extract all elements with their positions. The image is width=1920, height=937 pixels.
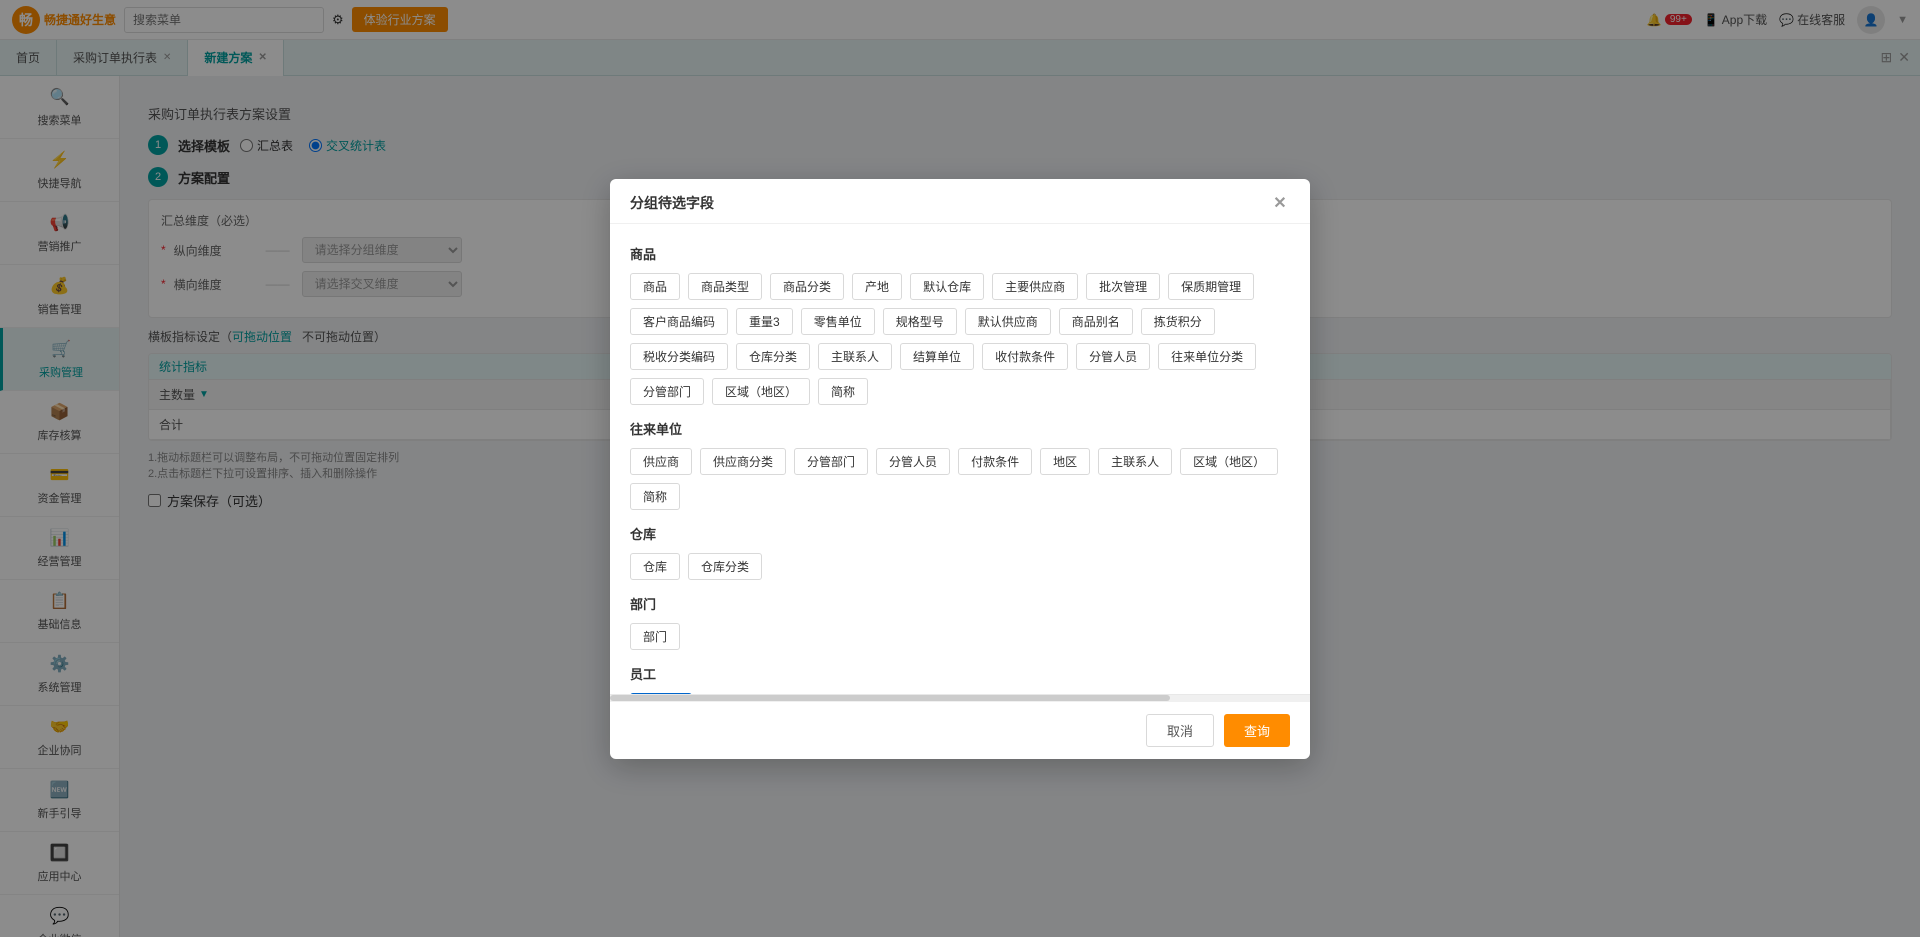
- field-spec-model[interactable]: 规格型号: [883, 308, 957, 335]
- field-origin[interactable]: 产地: [852, 273, 902, 300]
- field-settlement-unit[interactable]: 结算单位: [900, 343, 974, 370]
- field-dept2[interactable]: 分管部门: [794, 448, 868, 475]
- field-dept3[interactable]: 部门: [630, 623, 680, 650]
- field-pick-points[interactable]: 拣货积分: [1141, 308, 1215, 335]
- field-warehouse-cat[interactable]: 仓库分类: [688, 553, 762, 580]
- field-counterpart-category[interactable]: 往来单位分类: [1158, 343, 1256, 370]
- field-tax-code[interactable]: 税收分类编码: [630, 343, 728, 370]
- field-supplier[interactable]: 供应商: [630, 448, 692, 475]
- product-fields: 商品 商品类型 商品分类 产地 默认仓库 主要供应商 批次管理 保质期管理 客户…: [630, 273, 1290, 405]
- field-main-contact[interactable]: 主联系人: [818, 343, 892, 370]
- field-main-supplier[interactable]: 主要供应商: [992, 273, 1078, 300]
- dialog-cancel-btn[interactable]: 取消: [1146, 714, 1214, 747]
- field-weight[interactable]: 重量3: [736, 308, 793, 335]
- section-product: 商品 商品 商品类型 商品分类 产地 默认仓库 主要供应商 批次管理 保质期管理…: [630, 244, 1290, 405]
- section-employee-title: 员工: [630, 664, 1290, 683]
- field-default-warehouse[interactable]: 默认仓库: [910, 273, 984, 300]
- dialog-hscroll-thumb: [610, 695, 1170, 700]
- section-dept: 部门 部门: [630, 594, 1290, 650]
- field-region[interactable]: 区域（地区）: [712, 378, 810, 405]
- field-warehouse-category[interactable]: 仓库分类: [736, 343, 810, 370]
- dialog-confirm-btn[interactable]: 查询: [1224, 714, 1290, 747]
- field-product-type[interactable]: 商品类型: [688, 273, 762, 300]
- field-product[interactable]: 商品: [630, 273, 680, 300]
- field-default-supplier[interactable]: 默认供应商: [965, 308, 1051, 335]
- field-short-name2[interactable]: 简称: [630, 483, 680, 510]
- field-payment-terms[interactable]: 收付款条件: [982, 343, 1068, 370]
- counterpart-fields: 供应商 供应商分类 分管部门 分管人员 付款条件 地区 主联系人 区域（地区） …: [630, 448, 1290, 510]
- dialog-close-btn[interactable]: ✕: [1270, 193, 1290, 213]
- field-payment-terms2[interactable]: 付款条件: [958, 448, 1032, 475]
- field-warehouse[interactable]: 仓库: [630, 553, 680, 580]
- field-area2[interactable]: 区域（地区）: [1180, 448, 1278, 475]
- dialog-body: 商品 商品 商品类型 商品分类 产地 默认仓库 主要供应商 批次管理 保质期管理…: [610, 224, 1310, 695]
- field-short-name[interactable]: 简称: [818, 378, 868, 405]
- field-product-category[interactable]: 商品分类: [770, 273, 844, 300]
- field-retail-unit[interactable]: 零售单位: [801, 308, 875, 335]
- section-employee: 员工 业务员: [630, 664, 1290, 695]
- field-supervisor2[interactable]: 分管人员: [876, 448, 950, 475]
- section-product-title: 商品: [630, 244, 1290, 263]
- dept-fields: 部门: [630, 623, 1290, 650]
- modal-overlay: 分组待选字段 ✕ 商品 商品 商品类型 商品分类 产地 默认仓库 主要供应商 批…: [0, 0, 1920, 937]
- section-counterpart-title: 往来单位: [630, 419, 1290, 438]
- dialog-hscroll[interactable]: [610, 694, 1310, 700]
- field-dept[interactable]: 分管部门: [630, 378, 704, 405]
- field-region2[interactable]: 地区: [1040, 448, 1090, 475]
- dialog-header: 分组待选字段 ✕: [610, 179, 1310, 224]
- section-warehouse-title: 仓库: [630, 524, 1290, 543]
- dialog-footer: 取消 查询: [610, 701, 1310, 759]
- field-supervisor[interactable]: 分管人员: [1076, 343, 1150, 370]
- field-batch-mgmt[interactable]: 批次管理: [1086, 273, 1160, 300]
- field-product-alias[interactable]: 商品别名: [1059, 308, 1133, 335]
- field-shelf-life[interactable]: 保质期管理: [1168, 273, 1254, 300]
- section-warehouse: 仓库 仓库 仓库分类: [630, 524, 1290, 580]
- section-dept-title: 部门: [630, 594, 1290, 613]
- dialog: 分组待选字段 ✕ 商品 商品 商品类型 商品分类 产地 默认仓库 主要供应商 批…: [610, 179, 1310, 759]
- dialog-title: 分组待选字段: [630, 193, 714, 213]
- field-supplier-category[interactable]: 供应商分类: [700, 448, 786, 475]
- field-customer-code[interactable]: 客户商品编码: [630, 308, 728, 335]
- section-counterpart: 往来单位 供应商 供应商分类 分管部门 分管人员 付款条件 地区 主联系人 区域…: [630, 419, 1290, 510]
- warehouse-fields: 仓库 仓库分类: [630, 553, 1290, 580]
- field-main-contact2[interactable]: 主联系人: [1098, 448, 1172, 475]
